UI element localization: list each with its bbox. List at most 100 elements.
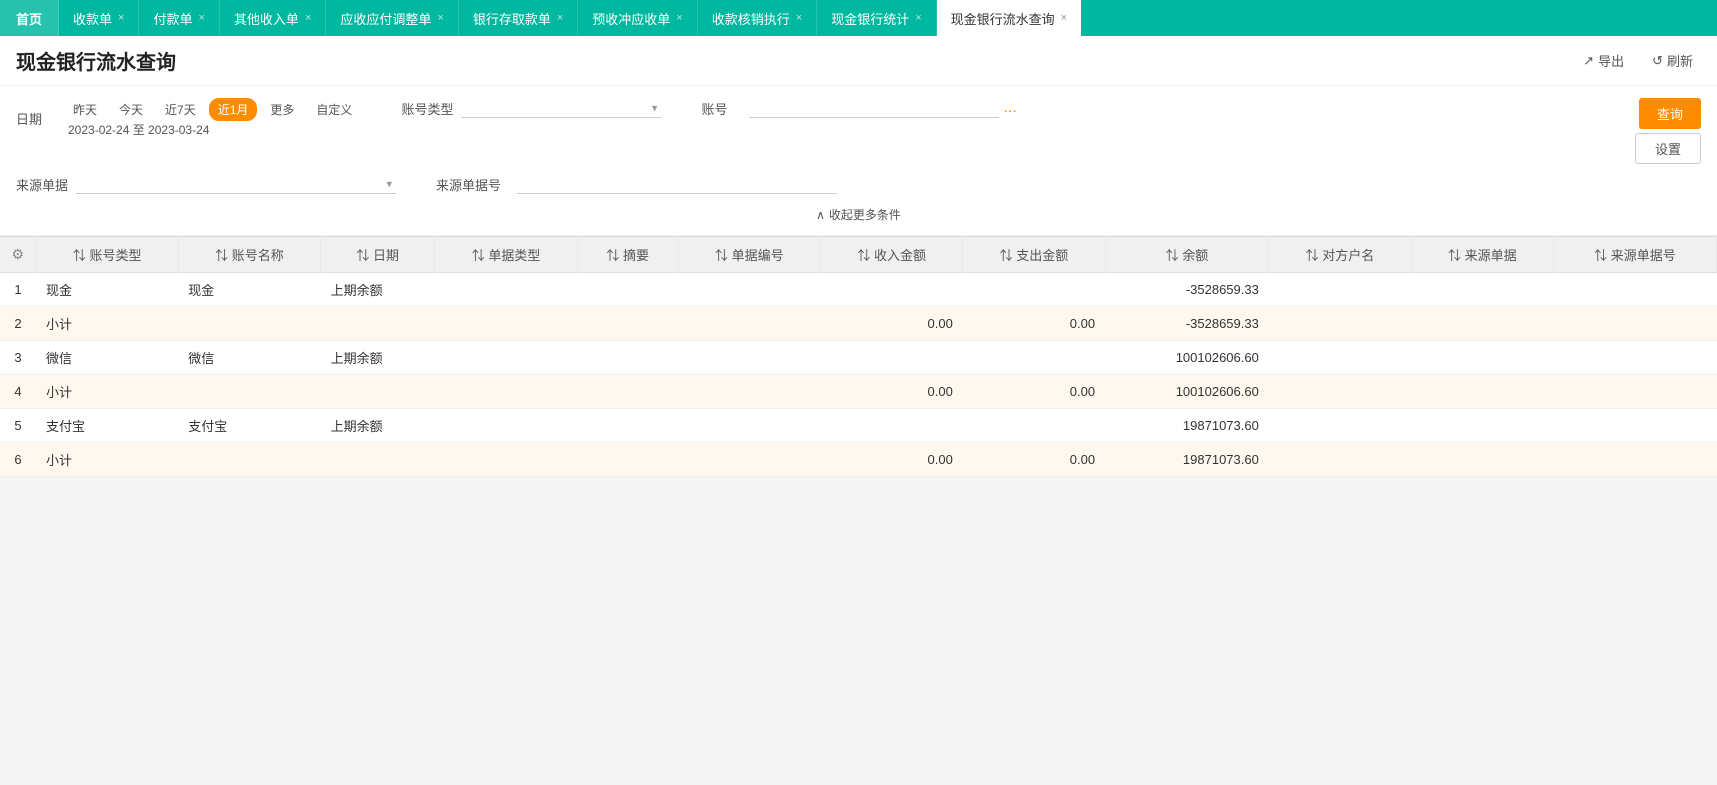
nav-tab-prepay-offset[interactable]: 预收冲应收单 × bbox=[578, 0, 697, 36]
account-picker-button[interactable]: ... bbox=[1003, 99, 1016, 117]
th-source-doc[interactable]: ⇅ 来源单据 bbox=[1411, 237, 1553, 273]
date-yesterday[interactable]: 昨天 bbox=[64, 98, 106, 121]
balance-cell: -3528659.33 bbox=[1105, 307, 1269, 341]
refresh-button[interactable]: ↺ 刷新 bbox=[1644, 47, 1701, 74]
nav-tab-payments[interactable]: 付款单 × bbox=[139, 0, 219, 36]
close-icon[interactable]: × bbox=[198, 12, 204, 24]
nav-tab-cash-flow-query[interactable]: 现金银行流水查询 × bbox=[937, 0, 1081, 36]
expense-cell bbox=[963, 409, 1105, 443]
summary-cell bbox=[577, 409, 678, 443]
settings-button[interactable]: 设置 bbox=[1635, 133, 1701, 164]
income-cell bbox=[821, 409, 963, 443]
account-type-select[interactable] bbox=[461, 98, 661, 118]
query-button[interactable]: 查询 bbox=[1639, 98, 1701, 129]
date-cell: 上期余额 bbox=[321, 273, 435, 307]
date-today[interactable]: 今天 bbox=[110, 98, 152, 121]
th-expense[interactable]: ⇅ 支出金额 bbox=[963, 237, 1105, 273]
th-summary[interactable]: ⇅ 摘要 bbox=[577, 237, 678, 273]
doc-no-cell bbox=[678, 307, 820, 341]
summary-cell bbox=[577, 341, 678, 375]
source-doc-no-cell bbox=[1553, 307, 1716, 341]
th-account-name[interactable]: ⇅ 账号名称 bbox=[178, 237, 320, 273]
th-source-doc-no[interactable]: ⇅ 来源单据号 bbox=[1553, 237, 1716, 273]
source-doc-select[interactable] bbox=[76, 174, 396, 194]
table-row: 6小计0.000.0019871073.60 bbox=[0, 443, 1717, 477]
nav-tab-other-income[interactable]: 其他收入单 × bbox=[220, 0, 326, 36]
th-counterparty[interactable]: ⇅ 对方户名 bbox=[1269, 237, 1411, 273]
doc-no-cell bbox=[678, 375, 820, 409]
close-icon[interactable]: × bbox=[676, 12, 682, 24]
date-1month[interactable]: 近1月 bbox=[209, 98, 258, 121]
income-cell: 0.00 bbox=[821, 443, 963, 477]
account-name-cell: 支付宝 bbox=[178, 409, 320, 443]
source-doc-no-cell bbox=[1553, 273, 1716, 307]
close-icon[interactable]: × bbox=[437, 12, 443, 24]
summary-cell bbox=[577, 375, 678, 409]
summary-cell bbox=[577, 273, 678, 307]
close-icon[interactable]: × bbox=[915, 12, 921, 24]
balance-cell: 19871073.60 bbox=[1105, 409, 1269, 443]
account-type-cell: 微信 bbox=[36, 341, 178, 375]
source-doc-cell bbox=[1411, 375, 1553, 409]
source-doc-cell bbox=[1411, 307, 1553, 341]
th-income[interactable]: ⇅ 收入金额 bbox=[821, 237, 963, 273]
account-input[interactable] bbox=[749, 98, 999, 118]
date-cell bbox=[321, 443, 435, 477]
th-gear: ⚙ bbox=[0, 237, 36, 273]
source-doc-no-input[interactable] bbox=[517, 174, 837, 194]
doc-no-cell bbox=[678, 341, 820, 375]
income-cell: 0.00 bbox=[821, 375, 963, 409]
nav-tab-bank-withdraw[interactable]: 银行存取款单 × bbox=[459, 0, 578, 36]
close-icon[interactable]: × bbox=[557, 12, 563, 24]
close-icon[interactable]: × bbox=[118, 12, 124, 24]
doc-type-cell bbox=[435, 273, 577, 307]
th-balance[interactable]: ⇅ 余额 bbox=[1105, 237, 1269, 273]
source-doc-cell bbox=[1411, 273, 1553, 307]
th-account-type[interactable]: ⇅ 账号类型 bbox=[36, 237, 178, 273]
balance-cell: 19871073.60 bbox=[1105, 443, 1269, 477]
source-doc-no-label: 来源单据号 bbox=[436, 175, 501, 194]
table-row: 1现金现金上期余额-3528659.33 bbox=[0, 273, 1717, 307]
nav-tab-ar-ap-adjust[interactable]: 应收应付调整单 × bbox=[326, 0, 458, 36]
close-icon[interactable]: × bbox=[305, 12, 311, 24]
nav-tab-cash-stats[interactable]: 现金银行统计 × bbox=[817, 0, 936, 36]
table-row: 4小计0.000.00100102606.60 bbox=[0, 375, 1717, 409]
collapse-bar[interactable]: ∧ 收起更多条件 bbox=[16, 202, 1701, 227]
table-row: 5支付宝支付宝上期余额19871073.60 bbox=[0, 409, 1717, 443]
row-num: 4 bbox=[0, 375, 36, 409]
account-name-cell bbox=[178, 443, 320, 477]
table-header-row: ⚙ ⇅ 账号类型 ⇅ 账号名称 ⇅ 日期 ⇅ 单据类型 bbox=[0, 237, 1717, 273]
doc-type-cell bbox=[435, 341, 577, 375]
th-doc-no[interactable]: ⇅ 单据编号 bbox=[678, 237, 820, 273]
income-cell: 0.00 bbox=[821, 307, 963, 341]
close-icon[interactable]: × bbox=[1061, 12, 1067, 24]
account-type-label: 账号类型 bbox=[401, 99, 453, 118]
top-navigation: 首页 收款单 × 付款单 × 其他收入单 × 应收应付调整单 × 银行存取款单 … bbox=[0, 0, 1717, 36]
row-num: 3 bbox=[0, 341, 36, 375]
export-button[interactable]: ↗ 导出 bbox=[1575, 47, 1632, 74]
date-more[interactable]: 更多 bbox=[261, 98, 303, 121]
expense-cell bbox=[963, 341, 1105, 375]
nav-tab-receipts[interactable]: 收款单 × bbox=[59, 0, 139, 36]
account-type-cell: 支付宝 bbox=[36, 409, 178, 443]
counterparty-cell bbox=[1269, 409, 1411, 443]
date-custom[interactable]: 自定义 bbox=[307, 98, 361, 121]
counterparty-cell bbox=[1269, 375, 1411, 409]
th-date[interactable]: ⇅ 日期 bbox=[321, 237, 435, 273]
source-doc-cell bbox=[1411, 341, 1553, 375]
row-num: 1 bbox=[0, 273, 36, 307]
counterparty-cell bbox=[1269, 341, 1411, 375]
date-7days[interactable]: 近7天 bbox=[156, 98, 205, 121]
close-icon[interactable]: × bbox=[796, 12, 802, 24]
page-title: 现金银行流水查询 bbox=[16, 46, 176, 75]
source-doc-no-cell bbox=[1553, 341, 1716, 375]
source-doc-cell bbox=[1411, 409, 1553, 443]
counterparty-cell bbox=[1269, 443, 1411, 477]
filter-row-2: 来源单据 ▾ 来源单据号 bbox=[16, 174, 1701, 194]
th-doc-type[interactable]: ⇅ 单据类型 bbox=[435, 237, 577, 273]
account-type-cell: 现金 bbox=[36, 273, 178, 307]
account-name-cell: 现金 bbox=[178, 273, 320, 307]
gear-icon[interactable]: ⚙ bbox=[11, 246, 24, 262]
nav-home[interactable]: 首页 bbox=[0, 0, 59, 36]
nav-tab-collection-exec[interactable]: 收款核销执行 × bbox=[698, 0, 817, 36]
